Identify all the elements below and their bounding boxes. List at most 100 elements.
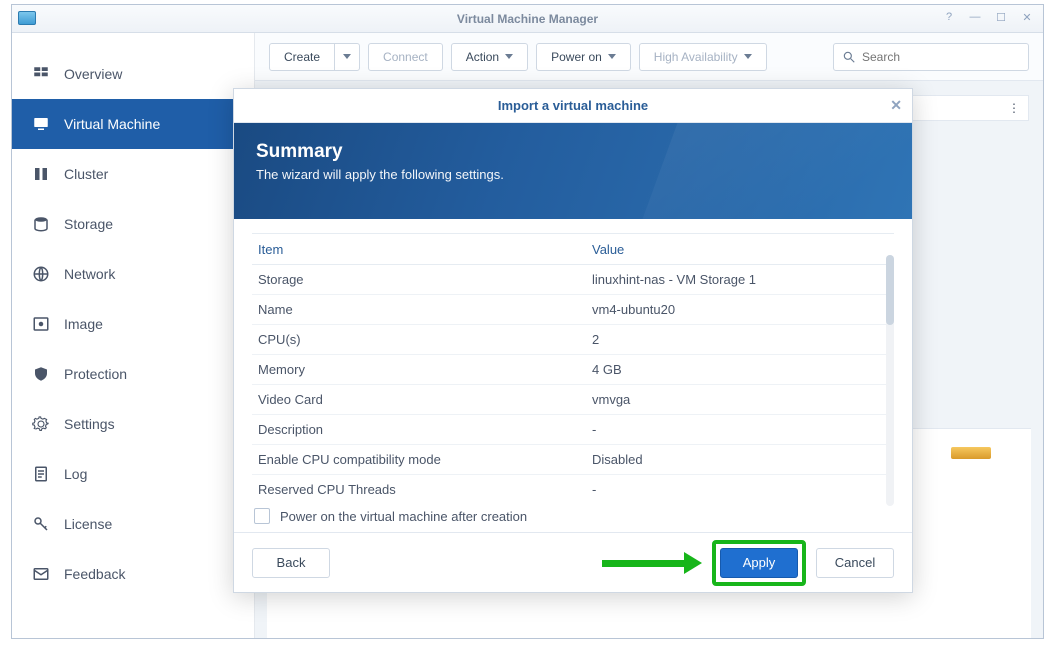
import-vm-dialog: Import a virtual machine ✕ Summary The w…	[233, 88, 913, 593]
row-key: Reserved CPU Threads	[252, 482, 592, 497]
window-title: Virtual Machine Manager	[457, 12, 598, 26]
sidebar-item-cluster[interactable]: Cluster	[12, 149, 254, 199]
banner-title: Summary	[256, 141, 890, 163]
row-value: vm4-ubuntu20	[592, 302, 894, 317]
table-row: Enable CPU compatibility modeDisabled	[252, 445, 894, 475]
row-value: 2	[592, 332, 894, 347]
network-icon	[32, 265, 50, 283]
chevron-down-icon	[505, 54, 513, 59]
gear-icon	[32, 415, 50, 433]
power-on-button[interactable]: Power on	[536, 43, 631, 71]
power-on-checkbox-row[interactable]: Power on the virtual machine after creat…	[252, 500, 894, 524]
row-value: 4 GB	[592, 362, 894, 377]
protection-icon	[32, 365, 50, 383]
col-value: Value	[592, 242, 894, 257]
table-row: Namevm4-ubuntu20	[252, 295, 894, 325]
sidebar-item-label: Feedback	[64, 566, 125, 582]
sidebar-item-label: Cluster	[64, 166, 108, 182]
checkbox[interactable]	[254, 508, 270, 524]
search-input[interactable]	[862, 50, 1020, 64]
sidebar-item-label: Image	[64, 316, 103, 332]
row-value: Disabled	[592, 452, 894, 467]
sidebar-item-label: License	[64, 516, 112, 532]
row-value: -	[592, 482, 894, 497]
sidebar-item-settings[interactable]: Settings	[12, 399, 254, 449]
table-row: CPU(s)2	[252, 325, 894, 355]
close-button[interactable]: ✕	[1017, 8, 1037, 26]
ha-label: High Availability	[654, 50, 738, 64]
row-key: Video Card	[252, 392, 592, 407]
create-label: Create	[284, 50, 328, 64]
minimize-button[interactable]: —	[965, 8, 985, 26]
annotation-arrow	[602, 556, 702, 570]
dialog-footer: Back Apply Cancel	[234, 532, 912, 592]
sidebar-item-protection[interactable]: Protection	[12, 349, 254, 399]
table-row: Description-	[252, 415, 894, 445]
table-row: Memory4 GB	[252, 355, 894, 385]
app-icon	[18, 9, 38, 29]
action-button[interactable]: Action	[451, 43, 528, 71]
sidebar-item-network[interactable]: Network	[12, 249, 254, 299]
close-icon[interactable]: ✕	[890, 97, 902, 114]
sidebar-item-virtual-machine[interactable]: Virtual Machine	[12, 99, 254, 149]
scrollbar-track[interactable]	[886, 255, 894, 506]
sidebar-item-label: Virtual Machine	[64, 116, 160, 132]
sidebar: Overview Virtual Machine Cluster Storage…	[12, 33, 255, 638]
row-key: Storage	[252, 272, 592, 287]
row-key: Enable CPU compatibility mode	[252, 452, 592, 467]
action-label: Action	[466, 50, 499, 64]
sidebar-item-license[interactable]: License	[12, 499, 254, 549]
row-key: Name	[252, 302, 592, 317]
high-availability-button[interactable]: High Availability	[639, 43, 767, 71]
sidebar-item-label: Storage	[64, 216, 113, 232]
image-icon	[32, 315, 50, 333]
chevron-down-icon	[343, 54, 351, 59]
sidebar-item-label: Protection	[64, 366, 127, 382]
vm-icon	[32, 115, 50, 133]
summary-table-body: Storagelinuxhint-nas - VM Storage 1Namev…	[252, 265, 894, 500]
overview-icon	[32, 65, 50, 83]
dialog-title: Import a virtual machine ✕	[234, 89, 912, 123]
help-icon[interactable]: ?	[939, 8, 959, 26]
table-row: Reserved CPU Threads-	[252, 475, 894, 500]
scrollbar-thumb[interactable]	[886, 255, 894, 325]
cluster-icon	[32, 165, 50, 183]
toolbar: Create Connect Action Power on High Avai…	[255, 33, 1043, 81]
row-key: CPU(s)	[252, 332, 592, 347]
row-key: Memory	[252, 362, 592, 377]
cancel-button[interactable]: Cancel	[816, 548, 894, 578]
table-row: Video Cardvmvga	[252, 385, 894, 415]
sidebar-item-label: Overview	[64, 66, 122, 82]
dialog-body: Item Value Storagelinuxhint-nas - VM Sto…	[234, 219, 912, 532]
titlebar: Virtual Machine Manager ? — ☐ ✕	[12, 5, 1043, 33]
dialog-title-text: Import a virtual machine	[498, 98, 648, 113]
chip-icon	[951, 447, 991, 459]
columns-more-icon[interactable]: ⋮	[1000, 101, 1028, 115]
row-key: Description	[252, 422, 592, 437]
sidebar-item-overview[interactable]: Overview	[12, 49, 254, 99]
search-box[interactable]	[833, 43, 1029, 71]
sidebar-item-log[interactable]: Log	[12, 449, 254, 499]
apply-button[interactable]: Apply	[720, 548, 798, 578]
sidebar-item-feedback[interactable]: Feedback	[12, 549, 254, 599]
back-button[interactable]: Back	[252, 548, 330, 578]
table-row: Storagelinuxhint-nas - VM Storage 1	[252, 265, 894, 295]
key-icon	[32, 515, 50, 533]
create-button[interactable]: Create	[269, 43, 360, 71]
checkbox-label: Power on the virtual machine after creat…	[280, 509, 527, 524]
search-icon	[842, 50, 856, 64]
maximize-button[interactable]: ☐	[991, 8, 1011, 26]
sidebar-item-label: Network	[64, 266, 115, 282]
power-on-label: Power on	[551, 50, 602, 64]
row-value: -	[592, 422, 894, 437]
summary-table-head: Item Value	[252, 233, 894, 265]
sidebar-item-storage[interactable]: Storage	[12, 199, 254, 249]
row-value: linuxhint-nas - VM Storage 1	[592, 272, 894, 287]
connect-button[interactable]: Connect	[368, 43, 443, 71]
banner-subtitle: The wizard will apply the following sett…	[256, 167, 890, 182]
sidebar-item-image[interactable]: Image	[12, 299, 254, 349]
window-controls: ? — ☐ ✕	[939, 8, 1037, 26]
sidebar-item-label: Log	[64, 466, 87, 482]
sidebar-item-label: Settings	[64, 416, 115, 432]
mail-icon	[32, 565, 50, 583]
